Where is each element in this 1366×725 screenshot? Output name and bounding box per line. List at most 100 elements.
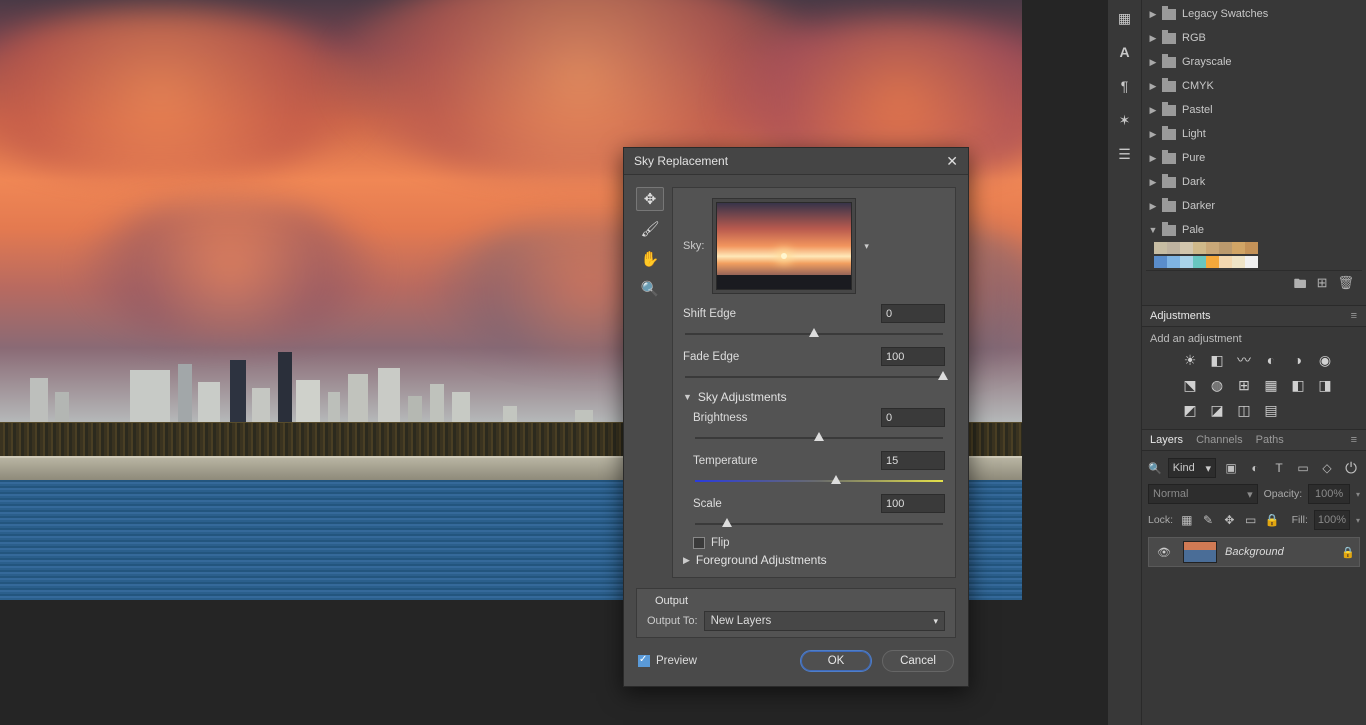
ok-button[interactable]: OK: [800, 650, 872, 672]
swatch[interactable]: [1219, 256, 1232, 268]
temperature-slider[interactable]: [695, 474, 943, 488]
panel-menu-icon[interactable]: ≡: [1351, 434, 1358, 446]
swatch[interactable]: [1219, 242, 1232, 254]
sky-adjustments-section[interactable]: ▼Sky Adjustments: [683, 390, 945, 404]
swatches-new-icon[interactable]: ⊞: [1317, 275, 1328, 297]
panel-icon-type[interactable]: A: [1115, 42, 1135, 62]
filter-pixel-icon[interactable]: ▣: [1222, 459, 1240, 477]
foreground-adjustments-section[interactable]: ▶Foreground Adjustments: [683, 553, 945, 567]
swatch-folder-pale[interactable]: ▼Pale: [1146, 218, 1362, 242]
adjustment-posterize-icon[interactable]: ◨: [1315, 376, 1335, 394]
swatch[interactable]: [1154, 242, 1167, 254]
swatch[interactable]: [1232, 256, 1245, 268]
lock-brush-icon[interactable]: ✎: [1200, 511, 1215, 529]
blend-mode-select[interactable]: Normal▾: [1148, 484, 1258, 504]
swatch[interactable]: [1167, 256, 1180, 268]
swatch[interactable]: [1193, 242, 1206, 254]
adjustment-lut-icon[interactable]: ▤: [1261, 401, 1281, 419]
layer-row-background[interactable]: 👁 Background 🔒: [1148, 537, 1360, 567]
hand-tool-icon[interactable]: ✋: [636, 247, 664, 271]
swatches-tree[interactable]: ▶Legacy Swatches▶RGB▶Grayscale▶CMYK▶Past…: [1142, 0, 1366, 305]
swatches-folder-icon[interactable]: 🖿: [1294, 275, 1307, 297]
cancel-button[interactable]: Cancel: [882, 650, 954, 672]
visibility-icon[interactable]: 👁: [1153, 546, 1175, 559]
adjustment-bw-icon[interactable]: ⬔: [1180, 376, 1200, 394]
shift-edge-slider[interactable]: [685, 327, 943, 341]
adjustment-hue-icon[interactable]: ◉: [1315, 351, 1335, 369]
swatch-folder-dark[interactable]: ▶Dark: [1146, 170, 1362, 194]
swatch-folder-light[interactable]: ▶Light: [1146, 122, 1362, 146]
adjustment-curves-icon[interactable]: 〰: [1234, 351, 1254, 369]
swatch[interactable]: [1206, 242, 1219, 254]
brush-tool-icon[interactable]: 🖌: [636, 217, 664, 241]
temperature-input[interactable]: 15: [881, 451, 945, 470]
adjustments-panel-header[interactable]: Adjustments ≡: [1142, 305, 1366, 327]
adjustment-channel-mixer-icon[interactable]: ⊞: [1234, 376, 1254, 394]
tab-layers[interactable]: Layers: [1150, 434, 1183, 446]
adjustment-selective-color-icon[interactable]: ◫: [1234, 401, 1254, 419]
swatch-folder-legacy-swatches[interactable]: ▶Legacy Swatches: [1146, 2, 1362, 26]
panel-icon-glyphs[interactable]: ✶: [1115, 110, 1135, 130]
adjustment-gradient-map-icon[interactable]: ◪: [1207, 401, 1227, 419]
swatch[interactable]: [1232, 242, 1245, 254]
flip-checkbox[interactable]: Flip: [693, 537, 945, 549]
lock-pixels-icon[interactable]: ▦: [1179, 511, 1194, 529]
scale-input[interactable]: 100: [881, 494, 945, 513]
dialog-titlebar[interactable]: Sky Replacement ✕: [624, 148, 968, 175]
filter-smart-icon[interactable]: ◇: [1318, 459, 1336, 477]
sky-preset-thumbnail[interactable]: [716, 202, 852, 290]
swatch[interactable]: [1245, 256, 1258, 268]
shift-edge-input[interactable]: 0: [881, 304, 945, 323]
tab-paths[interactable]: Paths: [1256, 434, 1284, 446]
lock-position-icon[interactable]: ✥: [1222, 511, 1237, 529]
swatch[interactable]: [1193, 256, 1206, 268]
adjustment-exposure-icon[interactable]: ◐: [1261, 351, 1281, 369]
adjustment-brightness-icon[interactable]: ☀: [1180, 351, 1200, 369]
adjustment-vibrance-icon[interactable]: ◑: [1288, 351, 1308, 369]
filter-toggle-icon[interactable]: ⏻: [1342, 459, 1360, 477]
pale-swatches-row2[interactable]: [1146, 256, 1362, 270]
adjustment-photo-filter-icon[interactable]: ◍: [1207, 376, 1227, 394]
tab-channels[interactable]: Channels: [1196, 434, 1242, 446]
panel-icon-generic[interactable]: ▦: [1115, 8, 1135, 28]
close-icon[interactable]: ✕: [946, 153, 958, 170]
adjustments-tab[interactable]: Adjustments: [1150, 310, 1211, 322]
swatch-folder-grayscale[interactable]: ▶Grayscale: [1146, 50, 1362, 74]
layer-thumbnail[interactable]: [1183, 541, 1217, 563]
pale-swatches-row1[interactable]: [1146, 242, 1362, 256]
fill-input[interactable]: 100%: [1314, 510, 1350, 530]
sky-preset-dropdown-icon[interactable]: ▾: [864, 241, 874, 251]
filter-adjust-icon[interactable]: ◐: [1246, 459, 1264, 477]
filter-shape-icon[interactable]: ▭: [1294, 459, 1312, 477]
lock-all-icon[interactable]: 🔒: [1264, 511, 1279, 529]
swatch[interactable]: [1167, 242, 1180, 254]
swatch[interactable]: [1180, 242, 1193, 254]
swatch-folder-pastel[interactable]: ▶Pastel: [1146, 98, 1362, 122]
swatches-trash-icon[interactable]: 🗑: [1337, 275, 1354, 297]
swatch-folder-rgb[interactable]: ▶RGB: [1146, 26, 1362, 50]
swatch[interactable]: [1206, 256, 1219, 268]
adjustment-color-lookup-icon[interactable]: ▦: [1261, 376, 1281, 394]
swatch[interactable]: [1180, 256, 1193, 268]
lock-artboard-icon[interactable]: ▭: [1243, 511, 1258, 529]
adjustment-levels-icon[interactable]: ◧: [1207, 351, 1227, 369]
fade-edge-input[interactable]: 100: [881, 347, 945, 366]
scale-slider[interactable]: [695, 517, 943, 531]
zoom-tool-icon[interactable]: 🔍: [636, 277, 664, 301]
brightness-input[interactable]: 0: [881, 408, 945, 427]
layers-panel-header[interactable]: Layers Channels Paths ≡: [1142, 429, 1366, 451]
output-to-select[interactable]: New Layers▾: [704, 611, 945, 631]
layer-kind-filter[interactable]: Kind▾: [1168, 458, 1216, 478]
opacity-input[interactable]: 100%: [1308, 484, 1350, 504]
filter-type-icon[interactable]: T: [1270, 459, 1288, 477]
swatch-folder-darker[interactable]: ▶Darker: [1146, 194, 1362, 218]
panel-menu-icon[interactable]: ≡: [1351, 310, 1358, 322]
swatch[interactable]: [1154, 256, 1167, 268]
brightness-slider[interactable]: [695, 431, 943, 445]
fade-edge-slider[interactable]: [685, 370, 943, 384]
swatch-folder-cmyk[interactable]: ▶CMYK: [1146, 74, 1362, 98]
preview-checkbox[interactable]: Preview: [638, 655, 697, 667]
swatch-folder-pure[interactable]: ▶Pure: [1146, 146, 1362, 170]
panel-icon-paragraph[interactable]: ¶: [1115, 76, 1135, 96]
adjustment-invert-icon[interactable]: ◧: [1288, 376, 1308, 394]
